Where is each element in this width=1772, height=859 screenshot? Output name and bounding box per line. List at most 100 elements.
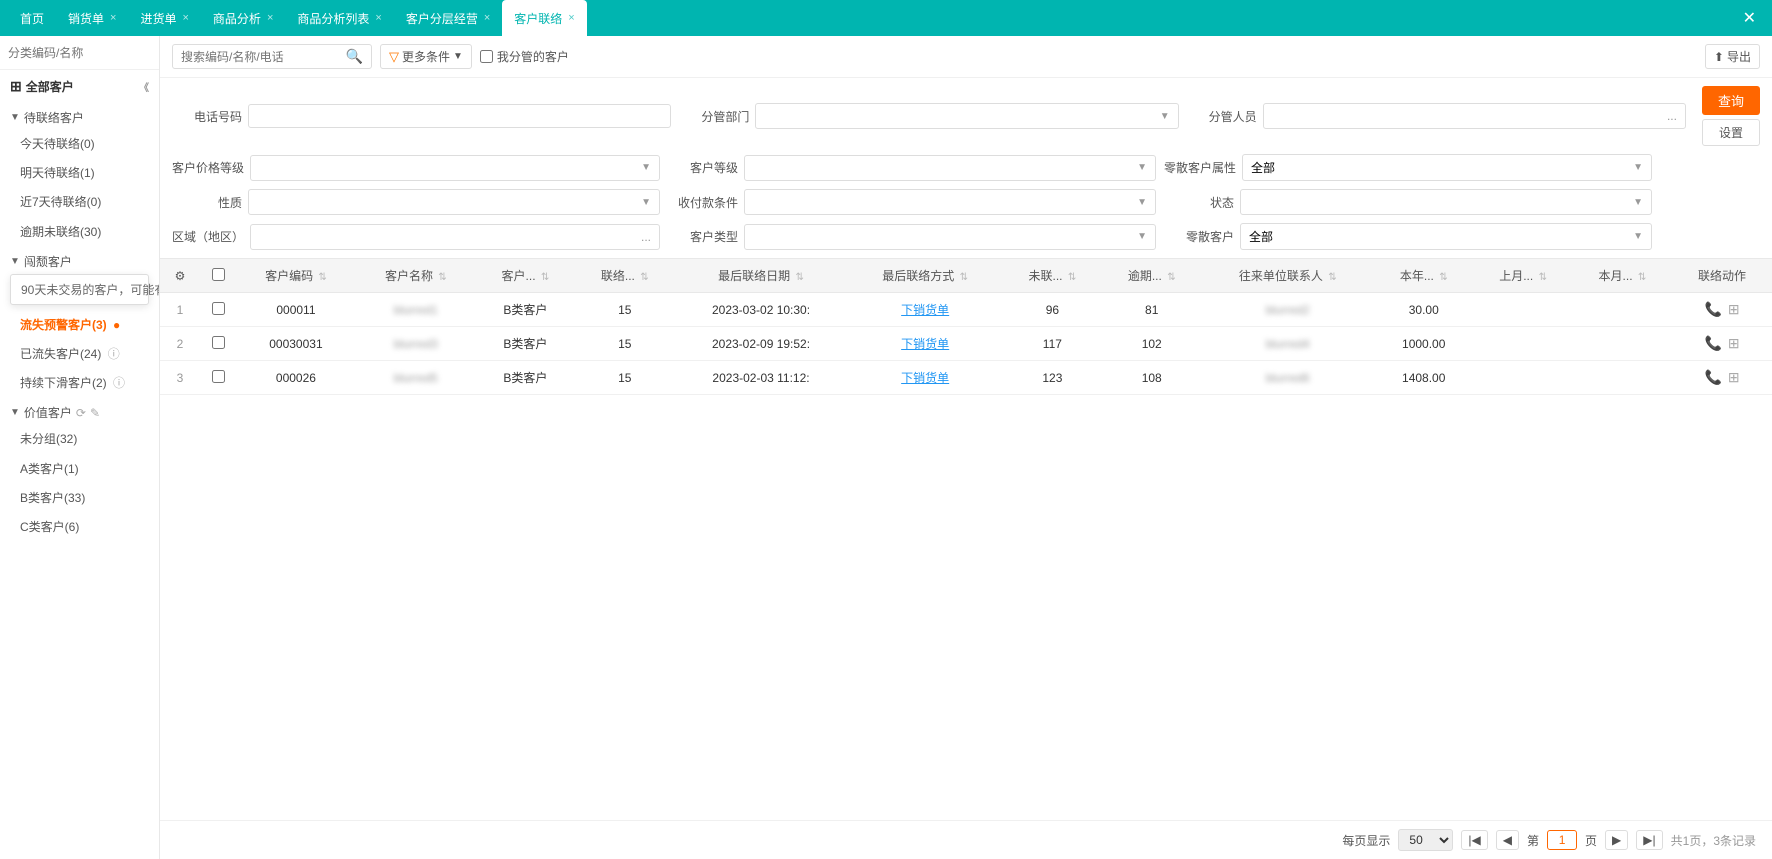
- sidebar-item-class-a[interactable]: A类客户(1): [0, 455, 159, 484]
- price-level-select[interactable]: ▼: [250, 155, 660, 181]
- sidebar-item-tomorrow-contact[interactable]: 明天待联络(1): [0, 159, 159, 188]
- close-tab-purchase-order[interactable]: ×: [182, 12, 188, 24]
- manager-label: 分管人员: [1187, 108, 1257, 125]
- manager-dots[interactable]: ...: [1263, 103, 1686, 129]
- sidebar-item-class-b[interactable]: B类客户(33): [0, 484, 159, 513]
- query-btn[interactable]: 查询: [1702, 86, 1760, 115]
- row-last-way-2[interactable]: 下销货单: [848, 327, 1003, 361]
- prev-page-btn[interactable]: ◀: [1496, 830, 1519, 850]
- filter-field-region: 区域（地区） ...: [172, 224, 660, 250]
- nature-select[interactable]: ▼: [248, 189, 660, 215]
- export-btn[interactable]: ⬆ 导出: [1705, 44, 1760, 69]
- tab-customer-contact[interactable]: 客户联络 ×: [502, 0, 586, 36]
- sidebar-group-pending-contact[interactable]: ▼ 待联络客户: [0, 103, 159, 130]
- last-page-btn[interactable]: ▶|: [1636, 830, 1662, 850]
- filter-search-input[interactable]: [181, 50, 346, 64]
- filter-field-price-level: 客户价格等级 ▼: [172, 155, 660, 181]
- filter-field-payment-terms: 收付款条件 ▼: [668, 189, 1156, 215]
- sidebar-item-class-c[interactable]: C类客户(6): [0, 513, 159, 542]
- sidebar-search-input[interactable]: [8, 46, 160, 60]
- row-num-2: 2: [160, 327, 200, 361]
- first-page-btn[interactable]: |◀: [1461, 830, 1487, 850]
- sidebar-group-value-customers[interactable]: ▼ 价值客户 ⟳ ✎: [0, 398, 159, 425]
- settings-col-icon[interactable]: ⚙: [175, 269, 186, 283]
- retail-attr-select[interactable]: 全部 ▼: [1242, 154, 1652, 181]
- sidebar-search-area: 🔍: [0, 36, 159, 70]
- pagination-bar: 每页显示 50 100 200 |◀ ◀ 第 页 ▶ ▶| 共1页，3条记录: [160, 820, 1772, 859]
- tab-product-analysis[interactable]: 商品分析 ×: [201, 0, 285, 36]
- close-tab-sales-order[interactable]: ×: [110, 12, 116, 24]
- sidebar-group-churn-customers[interactable]: ▼ 闯颓客户: [0, 247, 159, 274]
- region-dots[interactable]: ...: [250, 224, 660, 250]
- sidebar-item-churned[interactable]: 已流失客户(24) ⓘ: [0, 340, 159, 369]
- tab-purchase-order[interactable]: 进货单 ×: [128, 0, 200, 36]
- row-last-way-1[interactable]: 下销货单: [848, 293, 1003, 327]
- row-last-date-2: 2023-02-09 19:52:: [674, 327, 847, 361]
- retail-attr-label: 零散客户属性: [1164, 159, 1236, 176]
- status-select[interactable]: ▼: [1240, 189, 1652, 215]
- tab-home[interactable]: 首页: [8, 0, 56, 36]
- close-tab-customer-contact[interactable]: ×: [568, 12, 574, 24]
- th-this-year: 本年... ⇅: [1374, 259, 1473, 293]
- retail-customer-select[interactable]: 全部 ▼: [1240, 223, 1652, 250]
- action-grid-icon-1[interactable]: ⊞: [1728, 301, 1740, 318]
- th-check[interactable]: [200, 259, 236, 293]
- phone-label: 电话号码: [172, 108, 242, 125]
- sidebar-item-today-contact[interactable]: 今天待联络(0): [0, 130, 159, 159]
- action-phone-icon-3[interactable]: 📞: [1704, 369, 1721, 386]
- row-name-1: blurred1: [356, 293, 476, 327]
- my-customers-checkbox[interactable]: [480, 50, 493, 63]
- tab-sales-order[interactable]: 销货单 ×: [56, 0, 128, 36]
- retail-customer-label: 零散客户: [1164, 228, 1234, 245]
- row-overdue-2: 102: [1102, 327, 1201, 361]
- filter-field-phone: 电话号码: [172, 104, 671, 128]
- table-body: 1 000011 blurred1 B类客户 15 2023-03-02 10:…: [160, 293, 1772, 395]
- th-settings[interactable]: ⚙: [160, 259, 200, 293]
- next-page-btn[interactable]: ▶: [1605, 830, 1628, 850]
- edit-icon[interactable]: ✎: [90, 406, 100, 420]
- row-last-way-3[interactable]: 下销货单: [848, 361, 1003, 395]
- phone-input[interactable]: [248, 104, 671, 128]
- tab-product-analysis-list[interactable]: 商品分析列表 ×: [285, 0, 393, 36]
- filter-more-btn[interactable]: ▽ 更多条件 ▼: [380, 44, 472, 69]
- sidebar-item-ungrouped[interactable]: 未分组(32): [0, 425, 159, 454]
- close-tab-customer-layering[interactable]: ×: [484, 12, 490, 24]
- select-all-checkbox[interactable]: [212, 268, 225, 281]
- sidebar-item-declining[interactable]: 持续下滑客户(2) ⓘ: [0, 369, 159, 398]
- collapse-icon: 《: [139, 79, 149, 94]
- close-tab-product-analysis-list[interactable]: ×: [375, 12, 381, 24]
- my-customers-checkbox-label[interactable]: 我分管的客户: [480, 48, 569, 65]
- sort-last-date-icon: ⇅: [796, 272, 804, 283]
- row-check-1[interactable]: [200, 293, 236, 327]
- per-page-select[interactable]: 50 100 200: [1398, 829, 1453, 851]
- customer-level-select[interactable]: ▼: [744, 155, 1156, 181]
- customer-type-select[interactable]: ▼: [744, 224, 1156, 250]
- row-overdue-3: 108: [1102, 361, 1201, 395]
- sidebar-item-7days-contact[interactable]: 近7天待联络(0): [0, 188, 159, 217]
- sidebar-item-overdue-contact[interactable]: 逾期未联络(30): [0, 218, 159, 247]
- action-phone-icon-1[interactable]: 📞: [1704, 301, 1721, 318]
- settings-btn[interactable]: 设置: [1702, 119, 1760, 146]
- refresh-icon[interactable]: ⟳: [76, 406, 86, 420]
- page-label: 第: [1527, 832, 1539, 849]
- tab-customer-layering[interactable]: 客户分层经营 ×: [394, 0, 502, 36]
- info-icon-2: ⓘ: [113, 376, 125, 390]
- payment-terms-select[interactable]: ▼: [744, 189, 1156, 215]
- action-grid-icon-3[interactable]: ⊞: [1728, 369, 1740, 386]
- sidebar-all-customers[interactable]: ⊞ 全部客户 《: [0, 70, 159, 103]
- action-grid-icon-2[interactable]: ⊞: [1728, 335, 1740, 352]
- filter-bar: 🔍 ▽ 更多条件 ▼ 我分管的客户 ⬆ 导出: [160, 36, 1772, 78]
- row-contact-1: 15: [575, 293, 674, 327]
- sidebar-item-churn-warning[interactable]: 流失预警客户(3) ●: [0, 311, 159, 340]
- filter-search-btn[interactable]: 🔍: [346, 48, 363, 65]
- current-page-input[interactable]: [1547, 830, 1577, 850]
- close-window-btn[interactable]: ✕: [1735, 8, 1764, 28]
- row-check-2[interactable]: [200, 327, 236, 361]
- table-row: 3 000026 blurred5 B类客户 15 2023-02-03 11:…: [160, 361, 1772, 395]
- action-phone-icon-2[interactable]: 📞: [1704, 335, 1721, 352]
- row-this-month-1: [1573, 293, 1672, 327]
- row-check-3[interactable]: [200, 361, 236, 395]
- dept-select[interactable]: ▼: [755, 103, 1178, 129]
- close-tab-product-analysis[interactable]: ×: [267, 12, 273, 24]
- sort-name-icon: ⇅: [438, 272, 446, 283]
